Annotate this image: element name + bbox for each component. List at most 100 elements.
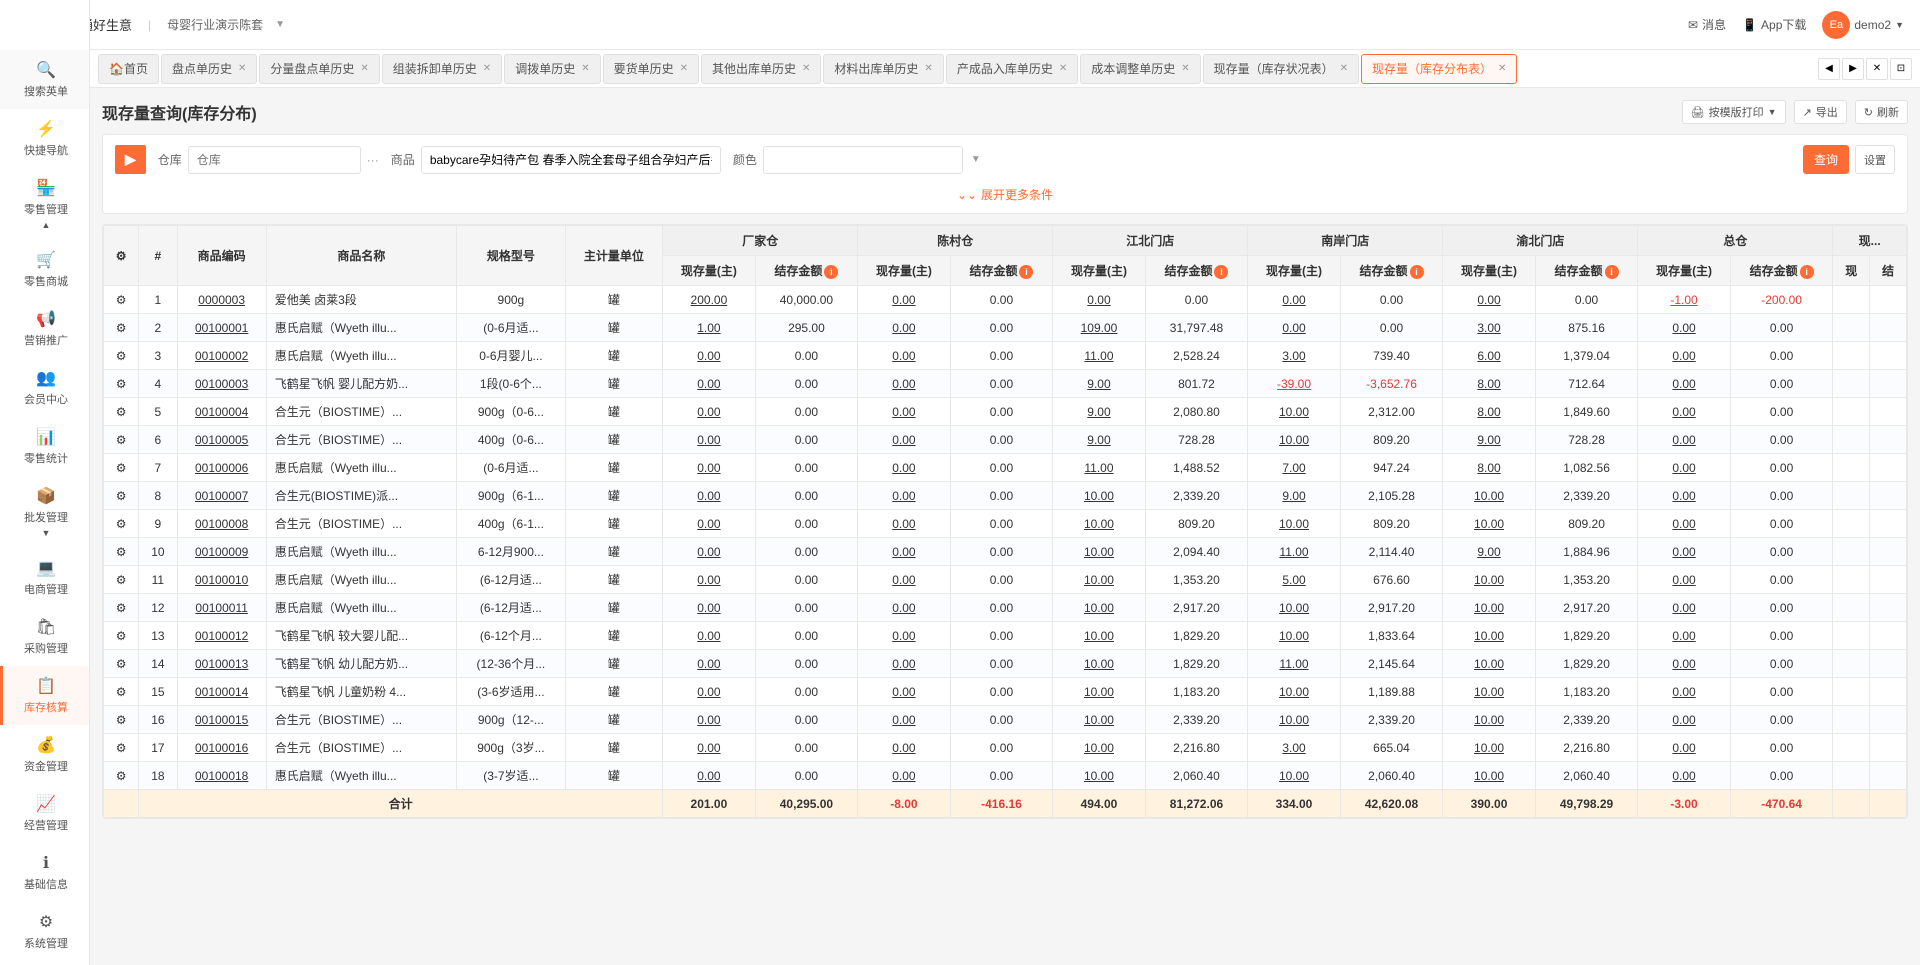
- info-icon[interactable]: i: [1800, 265, 1814, 279]
- tab-combo-teardown[interactable]: 组装拆卸单历史 ✕: [382, 54, 502, 84]
- close-icon[interactable]: ✕: [1181, 63, 1189, 74]
- tab-inventory-list[interactable]: 盘点单历史 ✕: [161, 54, 257, 84]
- sidebar-item-finance[interactable]: 💰 资金管理: [0, 725, 89, 784]
- gear-icon[interactable]: ⚙: [116, 601, 127, 615]
- tab-other-outbound[interactable]: 其他出库单历史 ✕: [701, 54, 821, 84]
- gear-icon[interactable]: ⚙: [116, 433, 127, 447]
- sidebar-item-member[interactable]: 👥 会员中心: [0, 358, 89, 417]
- tab-sub-inventory[interactable]: 分量盘点单历史 ✕: [259, 54, 379, 84]
- tab-material-outbound[interactable]: 材料出库单历史 ✕: [823, 54, 943, 84]
- info-icon[interactable]: i: [1214, 265, 1228, 279]
- warehouse-dots[interactable]: ···: [367, 153, 379, 167]
- close-icon[interactable]: ✕: [238, 63, 246, 74]
- gear-icon[interactable]: ⚙: [116, 349, 127, 363]
- info-icon[interactable]: i: [1019, 265, 1033, 279]
- nav-prev-btn[interactable]: ◀: [1818, 58, 1840, 80]
- gear-icon[interactable]: ⚙: [116, 517, 127, 531]
- gear-icon[interactable]: ⚙: [116, 377, 127, 391]
- row-gear[interactable]: ⚙: [104, 370, 139, 398]
- close-icon[interactable]: ✕: [680, 63, 688, 74]
- row-gear[interactable]: ⚙: [104, 762, 139, 790]
- tab-home[interactable]: 🏠 首页: [98, 54, 159, 84]
- sidebar-item-wholesale[interactable]: 📦 批发管理 ▼: [0, 476, 89, 548]
- sidebar-item-purchase[interactable]: 🛍 采购管理: [0, 607, 89, 666]
- row-gear[interactable]: ⚙: [104, 538, 139, 566]
- print-btn[interactable]: 🖨 按模版打印 ▼: [1682, 100, 1786, 124]
- sidebar-item-search[interactable]: 🔍 搜索英单: [0, 50, 89, 109]
- row-gear[interactable]: ⚙: [104, 510, 139, 538]
- sidebar-item-enterprise[interactable]: 🤝 企业协同: [0, 961, 89, 965]
- row-gear[interactable]: ⚙: [104, 706, 139, 734]
- color-input[interactable]: [763, 146, 963, 174]
- row-gear[interactable]: ⚙: [104, 594, 139, 622]
- dropdown-icon[interactable]: ▼: [971, 154, 981, 165]
- sidebar-item-operations[interactable]: 📈 经营管理: [0, 784, 89, 843]
- app-download-btn[interactable]: 📱 App下载: [1742, 16, 1806, 33]
- row-gear[interactable]: ⚙: [104, 454, 139, 482]
- info-icon[interactable]: i: [1410, 265, 1424, 279]
- gear-icon[interactable]: ⚙: [116, 769, 127, 783]
- gear-icon[interactable]: ⚙: [116, 249, 127, 263]
- query-btn[interactable]: 查询: [1803, 145, 1849, 174]
- row-gear[interactable]: ⚙: [104, 734, 139, 762]
- row-gear[interactable]: ⚙: [104, 678, 139, 706]
- close-icon[interactable]: ✕: [360, 63, 368, 74]
- tab-stock-status[interactable]: 现存量（库存状况表） ✕: [1203, 54, 1359, 84]
- row-gear[interactable]: ⚙: [104, 566, 139, 594]
- close-icon[interactable]: ✕: [1498, 63, 1506, 74]
- gear-icon[interactable]: ⚙: [116, 321, 127, 335]
- gear-icon[interactable]: ⚙: [116, 461, 127, 475]
- sidebar-item-basic-info[interactable]: ℹ 基础信息: [0, 843, 89, 902]
- message-btn[interactable]: ✉ 消息: [1688, 16, 1726, 33]
- refresh-btn[interactable]: ↻ 刷新: [1855, 100, 1908, 124]
- tab-product-inbound[interactable]: 产成品入库单历史 ✕: [946, 54, 1078, 84]
- gear-icon[interactable]: ⚙: [116, 545, 127, 559]
- gear-icon[interactable]: ⚙: [116, 405, 127, 419]
- product-input[interactable]: [421, 146, 721, 174]
- expand-toggle-btn[interactable]: ▶: [115, 145, 146, 174]
- gear-icon[interactable]: ⚙: [116, 741, 127, 755]
- nav-expand-btn[interactable]: ⊡: [1890, 58, 1912, 80]
- gear-icon[interactable]: ⚙: [116, 657, 127, 671]
- dropdown-icon[interactable]: ▼: [275, 19, 285, 30]
- close-icon[interactable]: ✕: [802, 63, 810, 74]
- gear-icon[interactable]: ⚙: [116, 573, 127, 587]
- nav-next-btn[interactable]: ▶: [1842, 58, 1864, 80]
- row-gear[interactable]: ⚙: [104, 650, 139, 678]
- info-icon[interactable]: i: [1605, 265, 1619, 279]
- row-gear[interactable]: ⚙: [104, 426, 139, 454]
- sidebar-item-system[interactable]: ⚙ 系统管理: [0, 902, 89, 961]
- gear-icon[interactable]: ⚙: [116, 489, 127, 503]
- user-menu[interactable]: Ea demo2 ▼: [1822, 11, 1904, 39]
- expand-btn[interactable]: ⌄⌄ 展开更多条件: [957, 186, 1053, 203]
- row-gear[interactable]: ⚙: [104, 314, 139, 342]
- gear-icon[interactable]: ⚙: [116, 713, 127, 727]
- gear-icon[interactable]: ⚙: [116, 685, 127, 699]
- row-gear[interactable]: ⚙: [104, 342, 139, 370]
- sidebar-item-inventory[interactable]: 📋 库存核算: [0, 666, 89, 725]
- warehouse-input[interactable]: [188, 146, 361, 174]
- row-gear[interactable]: ⚙: [104, 398, 139, 426]
- close-icon[interactable]: ✕: [1059, 63, 1067, 74]
- tab-cost-adjust[interactable]: 成本调整单历史 ✕: [1080, 54, 1200, 84]
- col-settings-header[interactable]: ⚙: [104, 226, 139, 286]
- tab-transfer[interactable]: 调拨单历史 ✕: [504, 54, 600, 84]
- sidebar-item-retail-stats[interactable]: 📊 零售统计: [0, 417, 89, 476]
- export-btn[interactable]: ↗ 导出: [1794, 100, 1847, 124]
- row-gear[interactable]: ⚙: [104, 622, 139, 650]
- sidebar-item-quicknav[interactable]: ⚡ 快捷导航: [0, 109, 89, 168]
- sidebar-item-retail-mgmt[interactable]: 🏪 零售管理 ▲: [0, 168, 89, 240]
- sidebar-item-marketing[interactable]: 📢 营销推广: [0, 299, 89, 358]
- gear-icon[interactable]: ⚙: [116, 293, 127, 307]
- row-gear[interactable]: ⚙: [104, 286, 139, 314]
- close-icon[interactable]: ✕: [581, 63, 589, 74]
- close-icon[interactable]: ✕: [924, 63, 932, 74]
- tab-stock-dist[interactable]: 现存量（库存分布表） ✕: [1361, 54, 1517, 84]
- gear-icon[interactable]: ⚙: [116, 629, 127, 643]
- info-icon[interactable]: i: [824, 265, 838, 279]
- close-icon[interactable]: ✕: [1340, 63, 1348, 74]
- nav-close-btn[interactable]: ✕: [1866, 58, 1888, 80]
- row-gear[interactable]: ⚙: [104, 482, 139, 510]
- settings-btn[interactable]: 设置: [1855, 145, 1895, 174]
- sidebar-item-ecommerce[interactable]: 💻 电商管理: [0, 548, 89, 607]
